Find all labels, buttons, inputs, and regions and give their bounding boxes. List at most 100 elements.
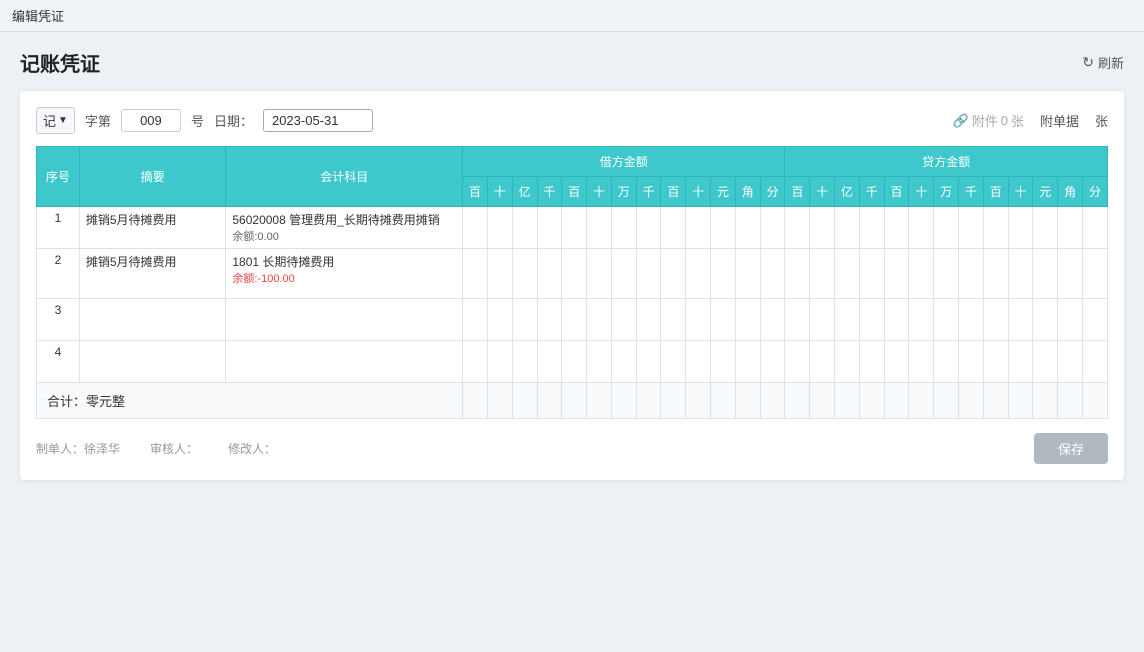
row2-c4[interactable]: [884, 249, 909, 299]
refresh-button[interactable]: ↻ 刷新: [1082, 53, 1124, 72]
row1-balance: 余额:0.00: [232, 228, 456, 244]
row4-account[interactable]: [226, 341, 463, 383]
row2-c12[interactable]: [1083, 249, 1108, 299]
row3-seq: 3: [37, 299, 80, 341]
save-button[interactable]: 保存: [1034, 433, 1108, 464]
attach-unit: 张: [1011, 111, 1024, 130]
row1-d12[interactable]: [760, 207, 785, 249]
editor-label: 修改人：: [228, 440, 276, 457]
page-header: 记账凭证 ↻ 刷新: [20, 48, 1124, 77]
row1-c5[interactable]: [909, 207, 934, 249]
th-d-jiao: 角: [735, 177, 760, 207]
row1-c2[interactable]: [835, 207, 860, 249]
row2-d6[interactable]: [611, 249, 636, 299]
row2-d3[interactable]: [537, 249, 562, 299]
refresh-icon: ↻: [1082, 54, 1094, 71]
row1-d6[interactable]: [611, 207, 636, 249]
row2-d4[interactable]: [562, 249, 587, 299]
row1-d10[interactable]: [711, 207, 736, 249]
row2-summary[interactable]: 摊销5月待摊费用: [79, 249, 226, 299]
row1-d5[interactable]: [587, 207, 612, 249]
maker-label-text: 制单人：: [36, 442, 84, 456]
row3-summary[interactable]: [79, 299, 226, 341]
row1-d7[interactable]: [636, 207, 661, 249]
row2-c6[interactable]: [934, 249, 959, 299]
row1-c9[interactable]: [1008, 207, 1033, 249]
attachment-link[interactable]: 🔗 附件 0 张: [953, 111, 1024, 130]
th-d-wan: 万: [611, 177, 636, 207]
attach-count: 0: [1001, 113, 1008, 128]
row1-c4[interactable]: [884, 207, 909, 249]
row2-d11[interactable]: [735, 249, 760, 299]
row2-d10[interactable]: [711, 249, 736, 299]
row1-d1[interactable]: [487, 207, 512, 249]
th-d-fen: 分: [760, 177, 785, 207]
row2-d0[interactable]: [463, 249, 488, 299]
ji-select[interactable]: 记 ▼: [36, 107, 75, 134]
row2-c8[interactable]: [983, 249, 1008, 299]
row1-c11[interactable]: [1058, 207, 1083, 249]
row2-c1[interactable]: [810, 249, 835, 299]
row2-c10[interactable]: [1033, 249, 1058, 299]
row2-c9[interactable]: [1008, 249, 1033, 299]
row2-c3[interactable]: [859, 249, 884, 299]
reviewer-label: 审核人：: [150, 440, 198, 457]
th-c-jiao: 角: [1058, 177, 1083, 207]
th-c-bai2: 百: [785, 177, 810, 207]
th-d-bai: 百: [661, 177, 686, 207]
row2-d7[interactable]: [636, 249, 661, 299]
row1-c7[interactable]: [959, 207, 984, 249]
row1-d0[interactable]: [463, 207, 488, 249]
table-row: 3: [37, 299, 1108, 341]
row1-c3[interactable]: [859, 207, 884, 249]
th-d-shi1: 十: [587, 177, 612, 207]
voucher-number-input[interactable]: [121, 109, 181, 132]
row2-c11[interactable]: [1058, 249, 1083, 299]
row2-seq: 2: [37, 249, 80, 299]
row1-c0[interactable]: [785, 207, 810, 249]
row2-c2[interactable]: [835, 249, 860, 299]
row4-seq: 4: [37, 341, 80, 383]
th-c-bai: 百: [983, 177, 1008, 207]
row1-d9[interactable]: [686, 207, 711, 249]
th-account: 会计科目: [226, 147, 463, 207]
row1-c6[interactable]: [934, 207, 959, 249]
row2-account[interactable]: 1801 长期待摊费用 余额:-100.00: [226, 249, 463, 299]
row1-c8[interactable]: [983, 207, 1008, 249]
date-input[interactable]: [263, 109, 373, 132]
row1-c12[interactable]: [1083, 207, 1108, 249]
footer-row: 制单人：徐泽华 审核人： 修改人： 保存: [36, 433, 1108, 464]
row1-d8[interactable]: [661, 207, 686, 249]
row1-d2[interactable]: [512, 207, 537, 249]
th-credit: 贷方金额: [785, 147, 1108, 177]
row3-account[interactable]: [226, 299, 463, 341]
row1-account[interactable]: 56020008 管理费用_长期待摊费用摊销 余额:0.00: [226, 207, 463, 249]
row2-d8[interactable]: [661, 249, 686, 299]
zi-label: 字第: [85, 111, 111, 130]
row2-c0[interactable]: [785, 249, 810, 299]
row4-summary[interactable]: [79, 341, 226, 383]
th-d-yuan: 元: [711, 177, 736, 207]
row2-d1[interactable]: [487, 249, 512, 299]
row2-c7[interactable]: [959, 249, 984, 299]
row1-c10[interactable]: [1033, 207, 1058, 249]
row2-d12[interactable]: [760, 249, 785, 299]
row1-d11[interactable]: [735, 207, 760, 249]
row1-d3[interactable]: [537, 207, 562, 249]
row2-d5[interactable]: [587, 249, 612, 299]
th-c-wan: 万: [934, 177, 959, 207]
fu-dan-ju[interactable]: 附单据: [1040, 111, 1079, 130]
row2-c5[interactable]: [909, 249, 934, 299]
th-c-shi1: 十: [909, 177, 934, 207]
row1-c1[interactable]: [810, 207, 835, 249]
th-d-bai2: 百: [463, 177, 488, 207]
row2-d9[interactable]: [686, 249, 711, 299]
th-c-qian1: 千: [859, 177, 884, 207]
main-content: 记账凭证 ↻ 刷新 记 ▼ 字第 号 日期： 🔗 附件 0 张: [0, 32, 1144, 652]
row1-summary[interactable]: 摊销5月待摊费用: [79, 207, 226, 249]
title-bar: 编辑凭证: [0, 0, 1144, 32]
th-d-bai1: 百: [562, 177, 587, 207]
row2-d2[interactable]: [512, 249, 537, 299]
row1-d4[interactable]: [562, 207, 587, 249]
attach-label: 附件: [972, 111, 998, 130]
